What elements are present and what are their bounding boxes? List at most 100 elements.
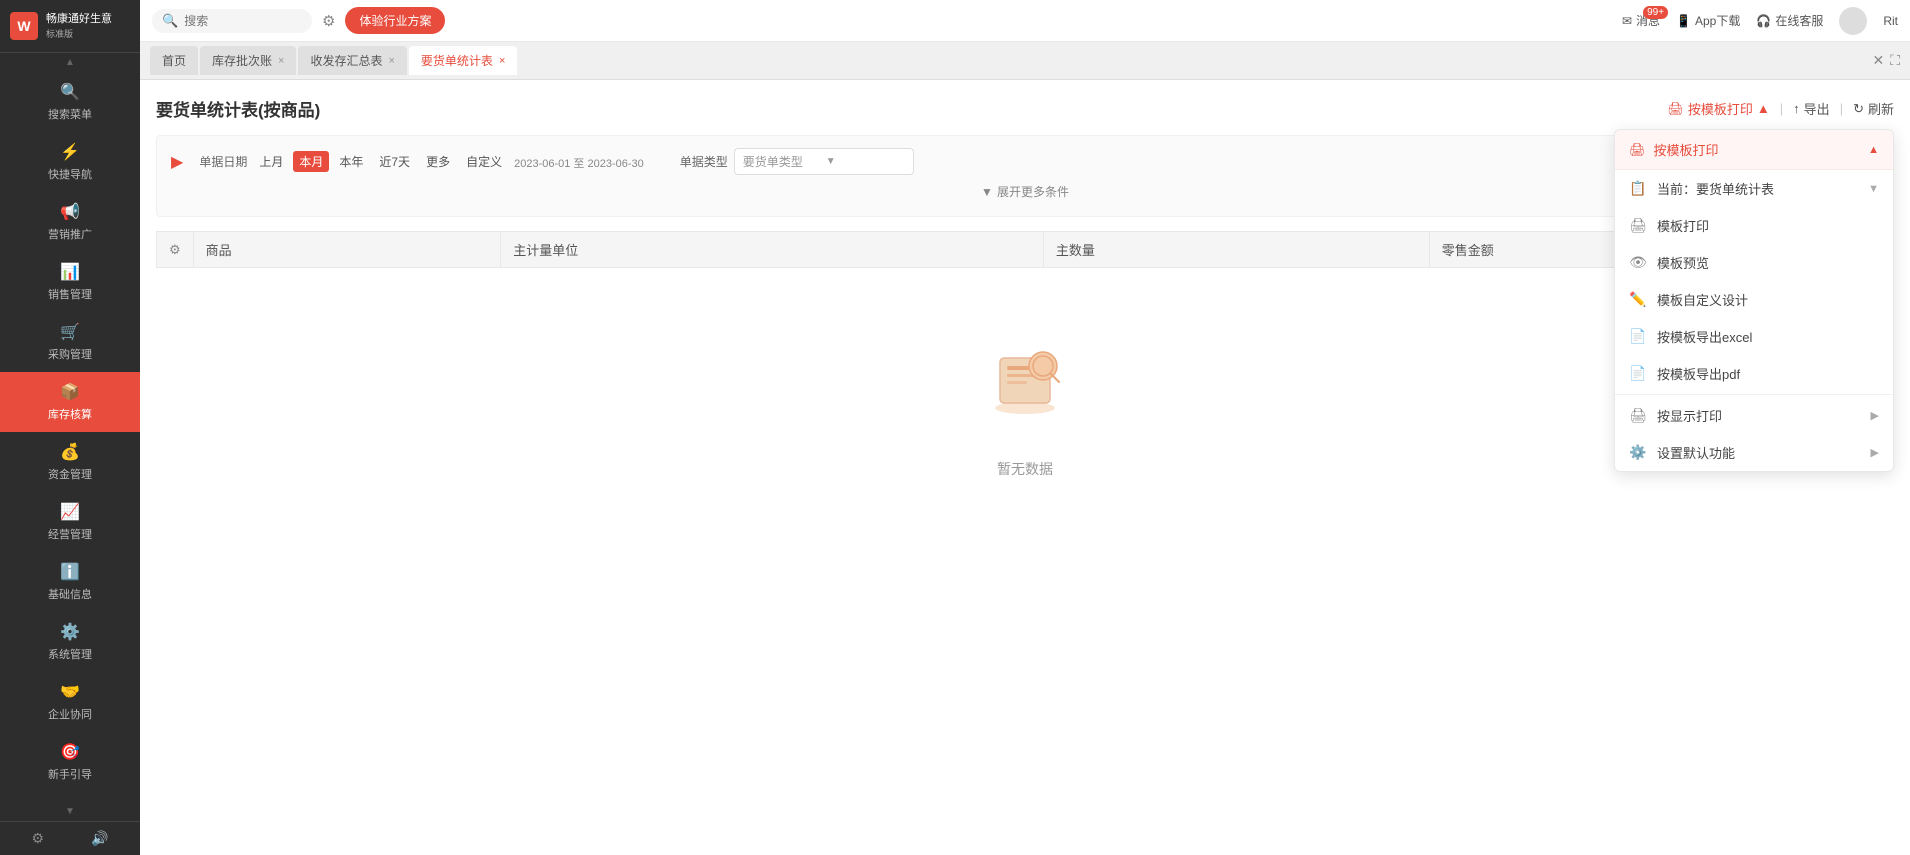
action-divider-1: | <box>1780 101 1783 116</box>
refresh-label: 刷新 <box>1868 99 1894 118</box>
sidebar-bottom: ⚙ 🔊 <box>0 821 140 855</box>
logo-text-container: 畅康通好生意 标准版 <box>46 12 112 39</box>
dropdown-template-preview[interactable]: 👁 模板预览 <box>1615 244 1893 281</box>
sidebar-item-operations[interactable]: 📈 经营管理 <box>0 492 140 552</box>
type-select-chevron-icon: ▼ <box>826 156 905 167</box>
logo-icon: W <box>10 12 38 40</box>
settings-gear-icon[interactable]: ⚙ <box>322 12 335 30</box>
table-gear-icon[interactable]: ⚙ <box>169 242 181 257</box>
dropdown-header[interactable]: 🖨 按模板打印 ▲ <box>1615 130 1893 170</box>
sidebar-item-sales[interactable]: 📊 销售管理 <box>0 252 140 312</box>
sidebar-item-marketing[interactable]: 📢 营销推广 <box>0 192 140 252</box>
scroll-up-icon[interactable]: ▲ <box>65 57 75 68</box>
filter-expand-button[interactable]: ▼ 展开更多条件 <box>981 183 1069 200</box>
trial-button[interactable]: 体验行业方案 <box>345 7 445 34</box>
dropdown-template-print[interactable]: 🖨 模板打印 <box>1615 207 1893 244</box>
scroll-down-icon[interactable]: ▼ <box>65 806 75 817</box>
sidebar-label-sales: 销售管理 <box>48 286 92 302</box>
date-btn-this-month[interactable]: 本月 <box>293 151 329 172</box>
dropdown-current-item[interactable]: 📋 当前：要货单统计表 ▼ <box>1615 170 1893 207</box>
display-print-icon: 🖨 <box>1629 407 1647 424</box>
tab-batch-account-close[interactable]: × <box>278 55 284 67</box>
date-btn-last-month[interactable]: 上月 <box>253 151 289 172</box>
sidebar-item-newbie[interactable]: 🎯 新手引导 <box>0 732 140 792</box>
empty-text: 暂无数据 <box>997 459 1053 479</box>
sidebar-item-basics[interactable]: ℹ️ 基础信息 <box>0 552 140 612</box>
tab-collection-summary[interactable]: 收发存汇总表 × <box>298 46 406 75</box>
sidebar-label-quick-nav: 快捷导航 <box>48 166 92 182</box>
filter-type-select[interactable]: 要货单类型 ▼ <box>734 148 914 175</box>
dropdown-export-pdf[interactable]: 📄 按模板导出pdf <box>1615 355 1893 392</box>
tab-close-all-button[interactable]: ✕ <box>1872 52 1884 69</box>
sidebar-item-inventory[interactable]: 📦 库存核算 <box>0 372 140 432</box>
dropdown-template-design[interactable]: ✏️ 模板自定义设计 <box>1615 281 1893 318</box>
filter-expand-left-btn[interactable]: ▶ <box>171 152 183 172</box>
dropdown-template-preview-label: 模板预览 <box>1657 253 1709 272</box>
filter-type-item: 单据类型 要货单类型 ▼ <box>680 148 914 175</box>
sidebar-item-finance[interactable]: 💰 资金管理 <box>0 432 140 492</box>
action-divider-2: | <box>1840 101 1843 116</box>
finance-icon: 💰 <box>60 442 80 462</box>
display-print-chevron-icon: ▶ <box>1871 409 1879 422</box>
dropdown-export-excel[interactable]: 📄 按模板导出excel <box>1615 318 1893 355</box>
username-label: Rit <box>1883 14 1898 28</box>
message-button[interactable]: ✉ 消息 99+ <box>1622 12 1660 29</box>
sidebar-item-search-menu[interactable]: 🔍 搜索菜单 <box>0 72 140 132</box>
export-button[interactable]: ↑ 导出 <box>1793 99 1830 118</box>
search-box[interactable]: 🔍 <box>152 9 312 33</box>
print-button[interactable]: 🖨 按模板打印 ▲ <box>1667 99 1769 118</box>
online-service-button[interactable]: 🎧 在线客服 <box>1756 12 1823 29</box>
tab-collection-summary-close[interactable]: × <box>388 55 394 67</box>
message-icon: ✉ <box>1622 14 1632 28</box>
default-setting-chevron-icon: ▶ <box>1871 446 1879 459</box>
page-title: 要货单统计表(按商品) <box>156 96 320 121</box>
user-avatar[interactable] <box>1839 7 1867 35</box>
tab-batch-account[interactable]: 库存批次账 × <box>200 46 296 75</box>
filter-type-placeholder: 要货单类型 <box>743 153 822 170</box>
dropdown-export-excel-label: 按模板导出excel <box>1657 327 1752 346</box>
template-print-icon: 🖨 <box>1629 217 1647 234</box>
date-btn-7days[interactable]: 近7天 <box>373 151 416 172</box>
table-col-quantity: 主数量 <box>1043 232 1429 268</box>
filter-expand-left-icon: ▶ <box>171 152 183 172</box>
date-btn-custom[interactable]: 自定义 <box>460 151 508 172</box>
sidebar-sound-icon[interactable]: 🔊 <box>91 830 108 847</box>
dropdown-default-setting-left: ⚙️ 设置默认功能 <box>1629 443 1735 462</box>
topbar-right: ✉ 消息 99+ 📱 App下载 🎧 在线客服 Rit <box>1622 7 1898 35</box>
tab-order-stats-close[interactable]: × <box>499 55 505 67</box>
current-item-icon: 📋 <box>1629 180 1647 197</box>
filter-date-label: 单据日期 <box>199 153 247 170</box>
search-input[interactable] <box>184 14 284 28</box>
newbie-icon: 🎯 <box>60 742 80 762</box>
refresh-button[interactable]: ↻ 刷新 <box>1853 99 1894 118</box>
sidebar-item-apps[interactable]: 📱 应用中心 <box>0 792 140 802</box>
sidebar-item-quick-nav[interactable]: ⚡ 快捷导航 <box>0 132 140 192</box>
table-col-product: 商品 <box>193 232 501 268</box>
date-btn-more[interactable]: 更多 <box>420 151 456 172</box>
sidebar-item-system[interactable]: ⚙️ 系统管理 <box>0 612 140 672</box>
print-icon: 🖨 <box>1667 101 1684 117</box>
search-menu-icon: 🔍 <box>60 82 80 102</box>
message-badge: 99+ <box>1643 6 1668 19</box>
empty-svg <box>975 328 1075 428</box>
dropdown-header-label: 按模板打印 <box>1654 140 1719 159</box>
sidebar-item-purchase[interactable]: 🛒 采购管理 <box>0 312 140 372</box>
tab-home[interactable]: 首页 <box>150 46 198 75</box>
sidebar-item-cooperation[interactable]: 🤝 企业协同 <box>0 672 140 732</box>
dropdown-display-print[interactable]: 🖨 按显示打印 ▶ <box>1615 397 1893 434</box>
dropdown-default-setting-label: 设置默认功能 <box>1657 443 1735 462</box>
app-download-button[interactable]: 📱 App下载 <box>1676 12 1740 29</box>
expand-chevron-icon: ▼ <box>981 185 993 199</box>
sidebar-scroll-up[interactable]: ▲ <box>0 53 140 72</box>
date-btn-this-year[interactable]: 本年 <box>333 151 369 172</box>
tab-home-label: 首页 <box>162 52 186 69</box>
main-area: 🔍 ⚙ 体验行业方案 ✉ 消息 99+ 📱 App下载 🎧 在线客服 Rit <box>140 0 1910 855</box>
tab-order-stats[interactable]: 要货单统计表 × <box>409 46 517 75</box>
tabbar: 首页 库存批次账 × 收发存汇总表 × 要货单统计表 × ✕ ⛶ <box>140 42 1910 80</box>
basics-icon: ℹ️ <box>60 562 80 582</box>
tab-expand-button[interactable]: ⛶ <box>1890 52 1900 69</box>
sidebar-settings-icon[interactable]: ⚙ <box>32 830 45 847</box>
sidebar-scroll-down[interactable]: ▼ <box>0 802 140 821</box>
dropdown-display-print-left: 🖨 按显示打印 <box>1629 406 1722 425</box>
dropdown-default-setting[interactable]: ⚙️ 设置默认功能 ▶ <box>1615 434 1893 471</box>
